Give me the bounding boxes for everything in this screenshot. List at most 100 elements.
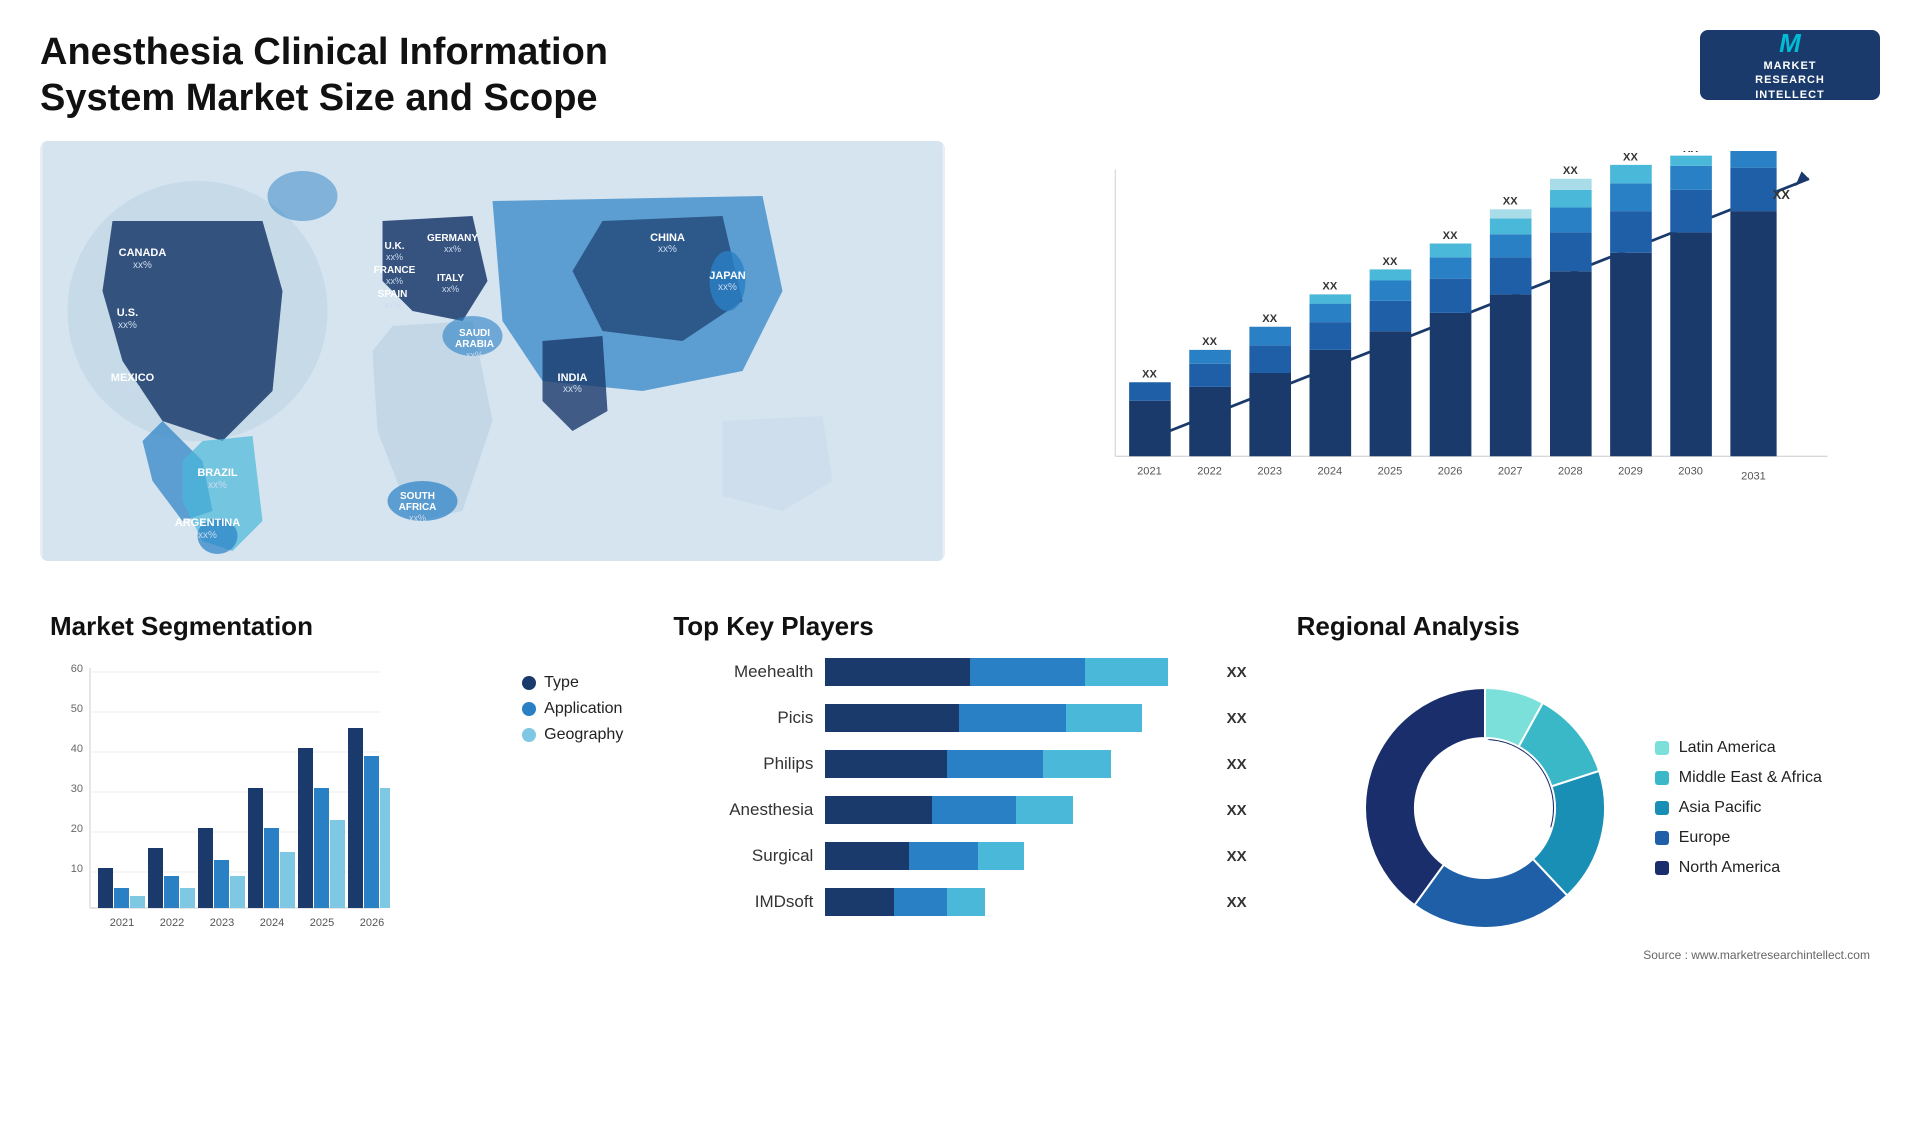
svg-text:XX: XX	[1563, 165, 1578, 177]
legend-item-geography: Geography	[522, 726, 623, 744]
players-list: Meehealth XX Picis	[673, 658, 1246, 916]
bar-seg-2	[970, 658, 1084, 686]
bar-seg-1	[825, 842, 909, 870]
svg-text:2023: 2023	[1257, 466, 1282, 478]
bar-seg-1	[825, 750, 947, 778]
player-bar-meehealth	[825, 658, 1206, 686]
svg-text:2031: 2031	[1741, 471, 1766, 483]
svg-text:SAUDI: SAUDI	[459, 328, 490, 339]
bar-seg-2	[959, 704, 1066, 732]
svg-text:SPAIN: SPAIN	[378, 289, 408, 300]
svg-text:50: 50	[71, 703, 83, 715]
player-name-imdsoft: IMDsoft	[673, 892, 813, 912]
svg-text:XX: XX	[1142, 369, 1157, 381]
bar-seg-1	[825, 658, 970, 686]
svg-text:2023: 2023	[210, 917, 234, 929]
label-north-america: North America	[1679, 859, 1780, 877]
bar-seg-3	[1043, 750, 1112, 778]
svg-text:xx%: xx%	[658, 244, 677, 255]
svg-text:XX: XX	[1683, 151, 1698, 155]
svg-text:XX: XX	[1202, 336, 1217, 348]
source-text: Source : www.marketresearchintellect.com	[1643, 948, 1870, 962]
legend-asia-pacific: Asia Pacific	[1655, 799, 1822, 817]
label-asia-pacific: Asia Pacific	[1679, 799, 1762, 817]
dot-latin-america	[1655, 741, 1669, 755]
svg-text:XX: XX	[1503, 196, 1518, 208]
player-name-picis: Picis	[673, 708, 813, 728]
player-val-anesthesia: XX	[1227, 802, 1247, 819]
player-row-anesthesia: Anesthesia XX	[673, 796, 1246, 824]
bar-seg-3	[978, 842, 1024, 870]
svg-text:ARGENTINA: ARGENTINA	[175, 517, 240, 529]
players-section: Top Key Players Meehealth XX Picis	[663, 601, 1256, 972]
player-val-picis: XX	[1227, 710, 1247, 727]
bar-seg-3	[947, 888, 985, 916]
label-latin-america: Latin America	[1679, 739, 1776, 757]
svg-text:2025: 2025	[310, 917, 334, 929]
svg-text:MEXICO: MEXICO	[111, 372, 155, 384]
svg-text:CHINA: CHINA	[650, 232, 685, 244]
svg-text:2022: 2022	[160, 917, 184, 929]
svg-text:BRAZIL: BRAZIL	[197, 467, 238, 479]
donut-chart-svg	[1345, 668, 1625, 948]
player-bar-imdsoft	[825, 888, 1206, 916]
svg-text:xx%: xx%	[386, 276, 403, 286]
svg-text:ITALY: ITALY	[437, 273, 465, 284]
bar-seg-2	[909, 842, 978, 870]
svg-text:FRANCE: FRANCE	[374, 265, 416, 276]
donut-legend: Latin America Middle East & Africa Asia …	[1655, 739, 1822, 877]
svg-text:xx%: xx%	[118, 320, 137, 331]
svg-text:2030: 2030	[1678, 466, 1703, 478]
legend-dot-application	[522, 702, 536, 716]
bar-seg-1	[825, 704, 958, 732]
players-title: Top Key Players	[673, 611, 1246, 642]
dot-asia-pacific	[1655, 801, 1669, 815]
svg-text:JAPAN: JAPAN	[709, 270, 746, 282]
svg-text:xx%: xx%	[123, 385, 142, 396]
svg-text:2026: 2026	[360, 917, 384, 929]
seg-chart-wrap: 60 50 40 30 20 10	[50, 658, 472, 953]
page-header: Anesthesia Clinical Information System M…	[40, 30, 1880, 121]
svg-text:xx%: xx%	[444, 244, 461, 254]
player-row-imdsoft: IMDsoft XX	[673, 888, 1246, 916]
bar-seg-2	[932, 796, 1016, 824]
svg-text:2026: 2026	[1438, 466, 1463, 478]
svg-text:2025: 2025	[1378, 466, 1403, 478]
bar-seg-1	[825, 796, 932, 824]
bottom-row: Market Segmentation 60 50 40 30 20 10	[40, 601, 1880, 972]
legend-europe: Europe	[1655, 829, 1822, 847]
player-name-anesthesia: Anesthesia	[673, 800, 813, 820]
svg-text:INDIA: INDIA	[558, 372, 588, 384]
svg-text:2022: 2022	[1197, 466, 1222, 478]
bar-seg-2	[947, 750, 1042, 778]
svg-text:xx%: xx%	[466, 350, 483, 360]
svg-text:2021: 2021	[1137, 466, 1162, 478]
legend-item-type: Type	[522, 674, 623, 692]
svg-text:2024: 2024	[1318, 466, 1343, 478]
svg-text:xx%: xx%	[718, 282, 737, 293]
svg-text:2024: 2024	[260, 917, 284, 929]
segmentation-title: Market Segmentation	[50, 611, 623, 642]
bar-seg-1	[825, 888, 894, 916]
regional-section: Regional Analysis	[1287, 601, 1880, 972]
svg-text:30: 30	[71, 783, 83, 795]
legend-middle-east: Middle East & Africa	[1655, 769, 1822, 787]
logo-text: MARKETRESEARCHINTELLECT	[1755, 59, 1825, 102]
player-row-meehealth: Meehealth XX	[673, 658, 1246, 686]
map-section: CANADA xx% U.S. xx% MEXICO xx% BRAZIL xx…	[40, 141, 945, 561]
svg-text:AFRICA: AFRICA	[399, 502, 437, 513]
svg-text:GERMANY: GERMANY	[427, 233, 478, 244]
legend-north-america: North America	[1655, 859, 1822, 877]
dot-europe	[1655, 831, 1669, 845]
svg-text:20: 20	[71, 823, 83, 835]
logo-m: M	[1779, 28, 1801, 59]
world-map-svg: CANADA xx% U.S. xx% MEXICO xx% BRAZIL xx…	[40, 141, 945, 561]
player-val-meehealth: XX	[1227, 664, 1247, 681]
svg-text:2021: 2021	[110, 917, 134, 929]
map-container: CANADA xx% U.S. xx% MEXICO xx% BRAZIL xx…	[40, 141, 945, 561]
label-middle-east: Middle East & Africa	[1679, 769, 1822, 787]
svg-text:2028: 2028	[1558, 466, 1583, 478]
svg-text:xx%: xx%	[133, 260, 152, 271]
legend-label-type: Type	[544, 674, 579, 692]
svg-text:10: 10	[71, 863, 83, 875]
